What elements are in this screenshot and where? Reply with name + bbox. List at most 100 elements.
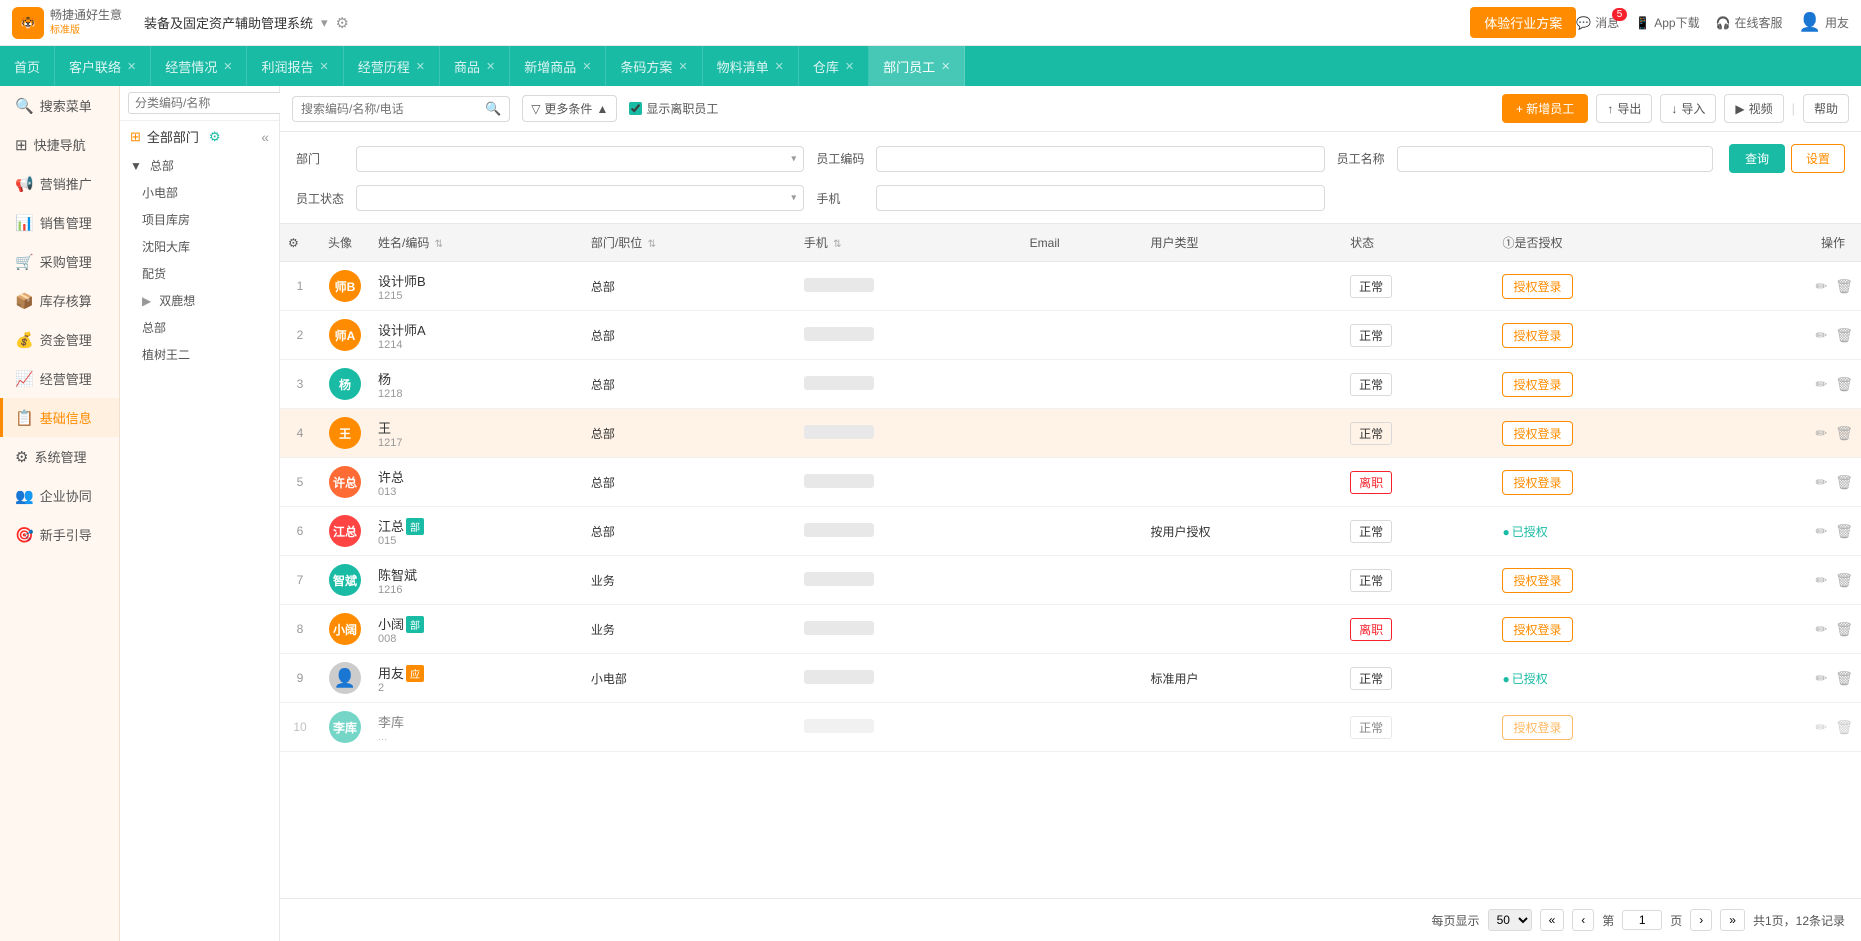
show-resigned-input[interactable] <box>629 102 642 115</box>
phone-filter-input[interactable] <box>876 185 1324 211</box>
left-nav-item[interactable]: 🛒采购管理 <box>0 242 119 281</box>
help-btn[interactable]: 帮助 <box>1803 94 1849 123</box>
left-nav-item[interactable]: 📋基础信息 <box>0 398 119 437</box>
nav-tab[interactable]: 经营历程✕ <box>344 46 440 86</box>
delete-icon[interactable]: 🗑 <box>1835 719 1853 736</box>
dropdown-icon[interactable]: ▾ <box>321 15 328 31</box>
nav-tab[interactable]: 经营情况✕ <box>151 46 247 86</box>
delete-icon[interactable]: 🗑 <box>1835 327 1853 344</box>
add-employee-btn[interactable]: + 新增员工 <box>1502 94 1588 123</box>
status-filter-select[interactable] <box>356 185 804 211</box>
dept-filter-select[interactable] <box>356 146 804 172</box>
auth-btn[interactable]: 授权登录 <box>1502 470 1572 495</box>
settings-icon[interactable]: ⚙ <box>336 14 349 32</box>
auth-btn[interactable]: 授权登录 <box>1502 323 1572 348</box>
page-input[interactable]: 1 <box>1622 910 1662 930</box>
dept-search-input[interactable] <box>128 92 297 114</box>
nav-tab[interactable]: 新增商品✕ <box>510 46 606 86</box>
nav-tab[interactable]: 商品✕ <box>440 46 510 86</box>
th-phone[interactable]: 手机 ⇅ <box>796 224 1022 262</box>
edit-icon[interactable]: ✏ <box>1815 376 1827 393</box>
auth-btn[interactable]: 授权登录 <box>1502 617 1572 642</box>
app-download-btn[interactable]: 📱 App下载 <box>1635 14 1699 31</box>
nav-tab-close[interactable]: ✕ <box>486 60 495 73</box>
query-btn[interactable]: 查询 <box>1729 144 1785 173</box>
th-settings[interactable]: ⚙ <box>280 224 320 262</box>
per-page-select[interactable]: 50 <box>1488 909 1532 931</box>
prev-page-btn[interactable]: ‹ <box>1572 909 1594 931</box>
dept-tree-node[interactable]: 总部 <box>120 314 279 341</box>
dept-tree-node[interactable]: 小电部 <box>120 179 279 206</box>
import-btn[interactable]: ↓ 导入 <box>1660 94 1716 123</box>
left-nav-item[interactable]: 📈经营管理 <box>0 359 119 398</box>
th-name[interactable]: 姓名/编码 ⇅ <box>370 224 583 262</box>
left-nav-item[interactable]: 💰资金管理 <box>0 320 119 359</box>
delete-icon[interactable]: 🗑 <box>1835 474 1853 491</box>
nav-tab-close[interactable]: ✕ <box>127 60 136 73</box>
online-service-btn[interactable]: 🎧 在线客服 <box>1716 14 1783 31</box>
delete-icon[interactable]: 🗑 <box>1835 278 1853 295</box>
delete-icon[interactable]: 🗑 <box>1835 376 1853 393</box>
left-nav-item[interactable]: ⊞快捷导航 <box>0 125 119 164</box>
nav-tab[interactable]: 物料清单✕ <box>703 46 799 86</box>
nav-tab[interactable]: 首页 <box>0 46 55 86</box>
left-nav-item[interactable]: 👥企业协同 <box>0 476 119 515</box>
left-nav-item[interactable]: ⚙系统管理 <box>0 437 119 476</box>
nav-tab[interactable]: 条码方案✕ <box>606 46 702 86</box>
dept-gear-icon[interactable]: ⚙ <box>209 129 221 145</box>
last-page-btn[interactable]: » <box>1720 909 1745 931</box>
dept-tree-node[interactable]: ▶双鹿想 <box>120 287 279 314</box>
nav-tab[interactable]: 客户联络✕ <box>55 46 151 86</box>
nav-tab-close[interactable]: ✕ <box>845 60 854 73</box>
edit-icon[interactable]: ✏ <box>1815 425 1827 442</box>
user-menu[interactable]: 👤 用友 <box>1799 12 1849 33</box>
dept-tree-node[interactable]: 配货 <box>120 260 279 287</box>
nav-tab-close[interactable]: ✕ <box>941 60 950 73</box>
nav-tab-close[interactable]: ✕ <box>320 60 329 73</box>
left-nav-item[interactable]: 🔍搜索菜单 <box>0 86 119 125</box>
nav-tab-close[interactable]: ✕ <box>775 60 784 73</box>
left-nav-item[interactable]: 📢营销推广 <box>0 164 119 203</box>
set-btn[interactable]: 设置 <box>1791 144 1845 173</box>
nav-tab[interactable]: 部门员工✕ <box>869 46 965 86</box>
dept-tree-node[interactable]: ▼总部 <box>120 152 279 179</box>
dept-tree-node[interactable]: 植树王二 <box>120 341 279 368</box>
edit-icon[interactable]: ✏ <box>1815 621 1827 638</box>
auth-btn[interactable]: 授权登录 <box>1502 421 1572 446</box>
nav-tab-close[interactable]: ✕ <box>582 60 591 73</box>
left-nav-item[interactable]: 🎯新手引导 <box>0 515 119 554</box>
delete-icon[interactable]: 🗑 <box>1835 621 1853 638</box>
nav-tab[interactable]: 利润报告✕ <box>247 46 343 86</box>
view-btn[interactable]: ▶ 视频 <box>1724 94 1783 123</box>
edit-icon[interactable]: ✏ <box>1815 278 1827 295</box>
edit-icon[interactable]: ✏ <box>1815 327 1827 344</box>
more-conditions-btn[interactable]: ▽ 更多条件 ▲ <box>522 95 617 122</box>
message-btn[interactable]: 💬 消息 5 <box>1576 14 1619 31</box>
dept-all-item[interactable]: ⊞ 全部部门 ⚙ « <box>120 121 279 152</box>
nav-tab[interactable]: 仓库✕ <box>799 46 869 86</box>
delete-icon[interactable]: 🗑 <box>1835 670 1853 687</box>
dept-tree-node[interactable]: 项目库房 <box>120 206 279 233</box>
nav-tab-close[interactable]: ✕ <box>223 60 232 73</box>
nav-tab-close[interactable]: ✕ <box>678 60 687 73</box>
delete-icon[interactable]: 🗑 <box>1835 523 1853 540</box>
auth-btn[interactable]: 授权登录 <box>1502 372 1572 397</box>
experience-btn[interactable]: 体验行业方案 <box>1470 7 1576 38</box>
export-btn[interactable]: ↑ 导出 <box>1596 94 1652 123</box>
show-resigned-checkbox[interactable]: 显示离职员工 <box>629 100 718 117</box>
next-page-btn[interactable]: › <box>1690 909 1712 931</box>
left-nav-item[interactable]: 📦库存核算 <box>0 281 119 320</box>
nav-tab-close[interactable]: ✕ <box>416 60 425 73</box>
auth-btn[interactable]: 授权登录 <box>1502 568 1572 593</box>
edit-icon[interactable]: ✏ <box>1815 572 1827 589</box>
edit-icon[interactable]: ✏ <box>1815 474 1827 491</box>
auth-btn[interactable]: 授权登录 <box>1502 715 1572 740</box>
auth-btn[interactable]: 授权登录 <box>1502 274 1572 299</box>
name-filter-input[interactable] <box>1397 146 1713 172</box>
delete-icon[interactable]: 🗑 <box>1835 425 1853 442</box>
edit-icon[interactable]: ✏ <box>1815 670 1827 687</box>
dept-tree-node[interactable]: 沈阳大库 <box>120 233 279 260</box>
th-dept[interactable]: 部门/职位 ⇅ <box>583 224 796 262</box>
left-nav-item[interactable]: 📊销售管理 <box>0 203 119 242</box>
edit-icon[interactable]: ✏ <box>1815 523 1827 540</box>
